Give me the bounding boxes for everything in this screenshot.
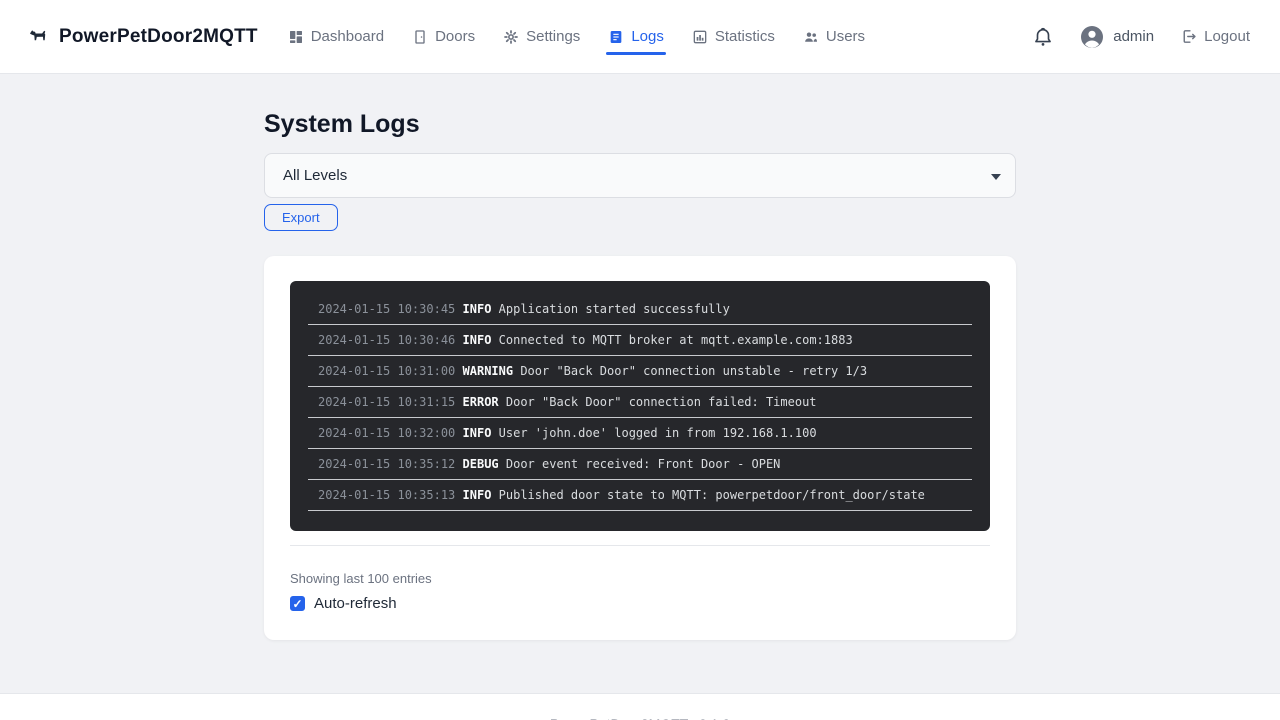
brand-name: PowerPetDoor2MQTT bbox=[59, 25, 258, 47]
log-message: Door event received: Front Door - OPEN bbox=[505, 457, 781, 471]
log-row: 2024-01-15 10:30:45 INFO Application sta… bbox=[308, 294, 972, 325]
logout-button[interactable]: Logout bbox=[1180, 28, 1250, 45]
log-timestamp: 2024-01-15 10:35:13 bbox=[318, 488, 456, 502]
auto-refresh-checkbox[interactable] bbox=[290, 596, 305, 611]
logout-label: Logout bbox=[1204, 28, 1250, 45]
nav-item-statistics[interactable]: Statistics bbox=[692, 0, 775, 74]
nav-item-users[interactable]: Users bbox=[803, 0, 865, 74]
log-row: 2024-01-15 10:30:46 INFO Connected to MQ… bbox=[308, 325, 972, 356]
dashboard-icon bbox=[288, 29, 304, 45]
nav-label: Dashboard bbox=[310, 28, 385, 45]
gear-icon bbox=[503, 29, 519, 45]
log-message: Connected to MQTT broker at mqtt.example… bbox=[498, 333, 853, 347]
nav-item-logs[interactable]: Logs bbox=[606, 0, 666, 74]
log-message: User 'john.doe' logged in from 192.168.1… bbox=[498, 426, 817, 440]
log-card: 2024-01-15 10:30:45 INFO Application sta… bbox=[264, 256, 1016, 640]
nav-label: Logs bbox=[631, 28, 664, 45]
log-message: Application started successfully bbox=[498, 302, 730, 316]
log-timestamp: 2024-01-15 10:30:46 bbox=[318, 333, 456, 347]
log-level: INFO bbox=[462, 333, 492, 347]
user-chip[interactable]: admin bbox=[1080, 25, 1154, 49]
nav-item-doors[interactable]: Doors bbox=[412, 0, 475, 74]
log-level-select[interactable]: All Levels bbox=[264, 153, 1016, 198]
avatar-icon bbox=[1080, 25, 1104, 49]
app-footer: PowerPetDoor2MQTT v0.1.0 bbox=[0, 693, 1280, 720]
nav-item-dashboard[interactable]: Dashboard bbox=[288, 0, 384, 74]
log-message: Door "Back Door" connection unstable - r… bbox=[520, 364, 868, 378]
nav-label: Users bbox=[825, 28, 866, 45]
log-level: WARNING bbox=[462, 364, 514, 378]
chevron-down-icon bbox=[991, 173, 1001, 180]
app-header: PowerPetDoor2MQTT Dashboard Doors Settin… bbox=[0, 0, 1280, 74]
log-message: Door "Back Door" connection failed: Time… bbox=[505, 395, 817, 409]
users-icon bbox=[803, 29, 819, 45]
page-title: System Logs bbox=[264, 110, 420, 138]
log-message: Published door state to MQTT: powerpetdo… bbox=[498, 488, 925, 502]
log-level: INFO bbox=[462, 302, 492, 316]
log-row: 2024-01-15 10:31:00 WARNING Door "Back D… bbox=[308, 356, 972, 387]
door-icon bbox=[412, 29, 428, 45]
username: admin bbox=[1113, 28, 1155, 45]
showing-entries-text: Showing last 100 entries bbox=[290, 571, 432, 586]
footer-version-text: PowerPetDoor2MQTT v0.1.0 bbox=[550, 716, 730, 720]
divider bbox=[290, 545, 990, 546]
log-timestamp: 2024-01-15 10:35:12 bbox=[318, 457, 456, 471]
auto-refresh-row: Auto-refresh bbox=[290, 595, 990, 612]
log-level: DEBUG bbox=[462, 457, 499, 471]
log-level-selected-value: All Levels bbox=[283, 167, 348, 184]
log-timestamp: 2024-01-15 10:30:45 bbox=[318, 302, 456, 316]
log-row: 2024-01-15 10:32:00 INFO User 'john.doe'… bbox=[308, 418, 972, 449]
statistics-icon bbox=[692, 29, 708, 45]
main-content: System Logs All Levels Export 2024-01-15… bbox=[0, 74, 1280, 693]
nav-label: Statistics bbox=[714, 28, 775, 45]
log-row: 2024-01-15 10:35:13 INFO Published door … bbox=[308, 480, 972, 511]
log-level: INFO bbox=[462, 488, 492, 502]
notifications-bell-icon[interactable] bbox=[1032, 25, 1054, 49]
nav-label: Doors bbox=[435, 28, 476, 45]
log-row: 2024-01-15 10:31:15 ERROR Door "Back Doo… bbox=[308, 387, 972, 418]
log-row: 2024-01-15 10:35:12 DEBUG Door event rec… bbox=[308, 449, 972, 480]
log-level: INFO bbox=[462, 426, 492, 440]
auto-refresh-label: Auto-refresh bbox=[314, 595, 397, 612]
main-nav: Dashboard Doors Settings Logs Statistics bbox=[288, 0, 865, 74]
log-timestamp: 2024-01-15 10:31:15 bbox=[318, 395, 456, 409]
brand: PowerPetDoor2MQTT bbox=[28, 26, 258, 48]
header-right: admin Logout bbox=[1032, 25, 1250, 49]
nav-label: Settings bbox=[526, 28, 581, 45]
nav-item-settings[interactable]: Settings bbox=[503, 0, 580, 74]
log-timestamp: 2024-01-15 10:32:00 bbox=[318, 426, 456, 440]
log-timestamp: 2024-01-15 10:31:00 bbox=[318, 364, 456, 378]
log-terminal: 2024-01-15 10:30:45 INFO Application sta… bbox=[290, 281, 990, 531]
logs-icon bbox=[608, 29, 624, 45]
logout-icon bbox=[1180, 28, 1197, 45]
dog-logo-icon bbox=[28, 26, 50, 48]
export-button[interactable]: Export bbox=[264, 204, 338, 231]
log-level: ERROR bbox=[462, 395, 499, 409]
